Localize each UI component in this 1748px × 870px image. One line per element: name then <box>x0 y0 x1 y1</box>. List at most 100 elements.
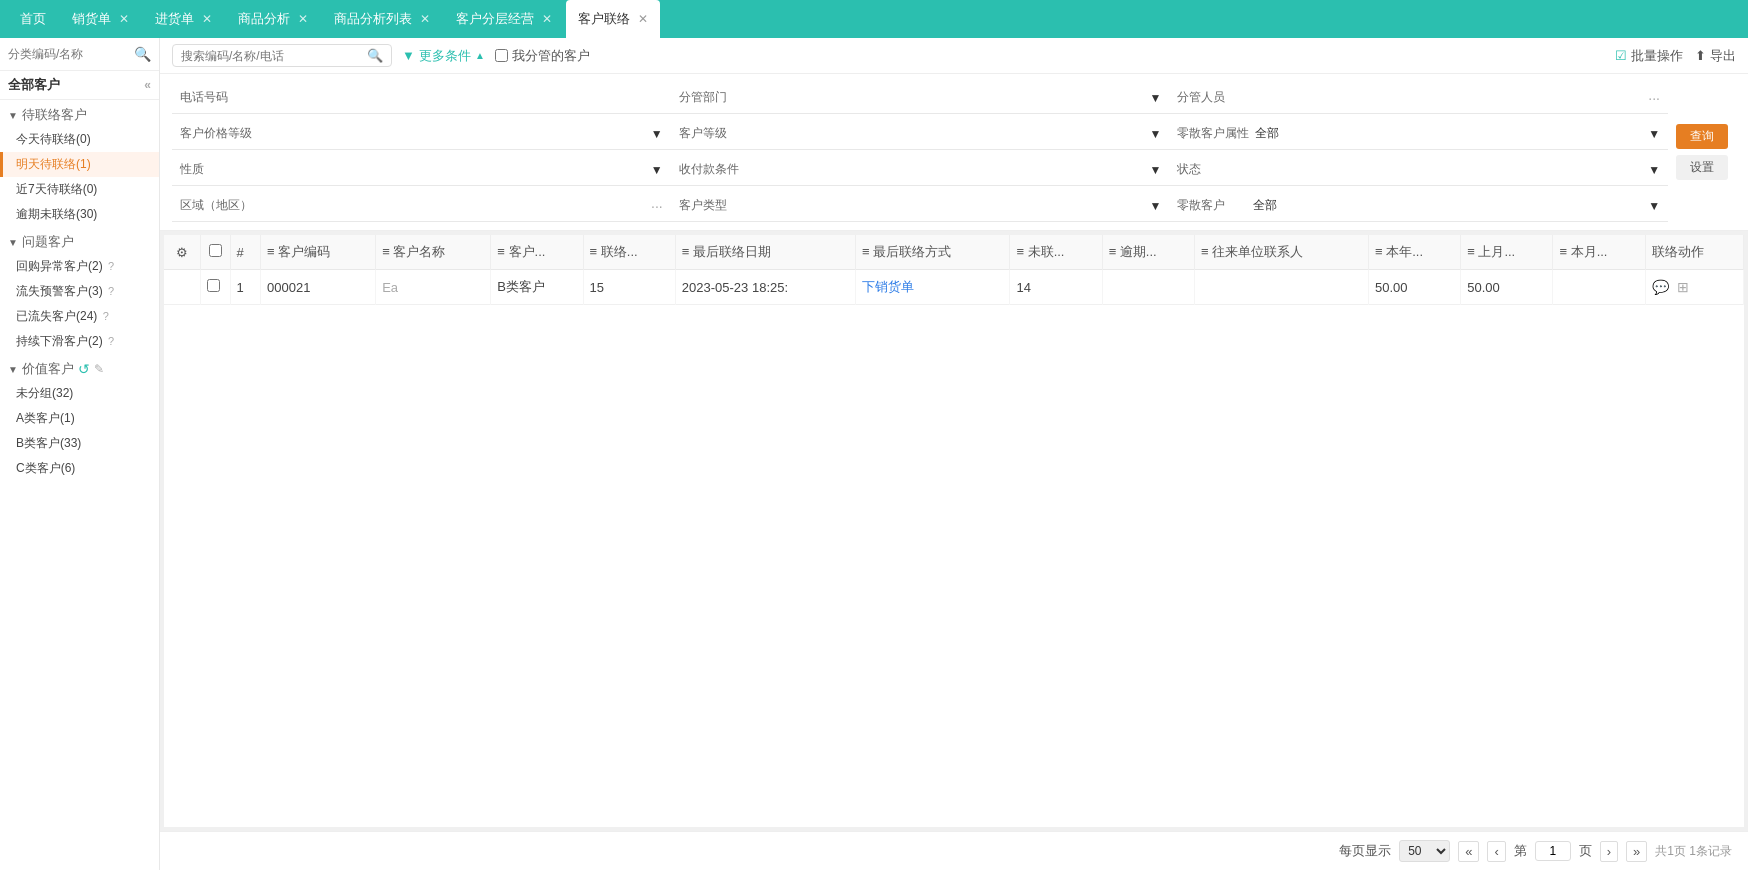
sidebar-item-lost[interactable]: 已流失客户(24) ? <box>0 304 159 329</box>
settings-btn[interactable]: 设置 <box>1676 155 1728 180</box>
nav-close-sales[interactable]: ✕ <box>119 12 129 26</box>
sidebar-item-ungrouped[interactable]: 未分组(32) <box>0 381 159 406</box>
action-icons: 💬 ⊞ <box>1652 279 1737 295</box>
sidebar-item-today[interactable]: 今天待联络(0) <box>0 127 159 152</box>
sidebar-item-classC[interactable]: C类客户(6) <box>0 456 159 481</box>
col-uncontacted[interactable]: ≡ 未联... <box>1010 235 1102 270</box>
nav-close-customer-tier[interactable]: ✕ <box>542 12 552 26</box>
top-nav: 首页 销货单 ✕ 进货单 ✕ 商品分析 ✕ 商品分析列表 ✕ 客户分层经营 ✕ … <box>0 0 1748 38</box>
nav-close-product-analysis[interactable]: ✕ <box>298 12 308 26</box>
col-gear[interactable]: ⚙ <box>164 235 200 270</box>
triangle-problem: ▼ <box>8 237 18 248</box>
sidebar-item-overdue[interactable]: 逾期未联络(30) <box>0 202 159 227</box>
my-customers-checkbox-label[interactable]: 我分管的客户 <box>495 47 590 65</box>
filter-select-customer-level[interactable]: ▼ <box>755 127 1162 141</box>
caret-customer-type: ▼ <box>1149 199 1161 213</box>
chevron-up-icon: ▲ <box>475 50 485 61</box>
last-method-link[interactable]: 下销货单 <box>862 279 914 294</box>
filter-select-nature[interactable]: ▼ <box>256 163 663 177</box>
sidebar-item-churn[interactable]: 流失预警客户(3) ? <box>0 279 159 304</box>
my-customers-checkbox[interactable] <box>495 49 508 62</box>
select-all-checkbox[interactable] <box>209 244 222 257</box>
caret-status: ▼ <box>1648 163 1660 177</box>
search-icon[interactable]: 🔍 <box>367 48 383 63</box>
batch-op-btn[interactable]: ☑ 批量操作 <box>1615 47 1683 65</box>
nav-home[interactable]: 首页 <box>8 0 58 38</box>
prev-page-btn[interactable]: ‹ <box>1487 841 1505 862</box>
action-comment-icon[interactable]: 💬 <box>1652 279 1669 295</box>
nav-product-analysis[interactable]: 商品分析 ✕ <box>226 0 320 38</box>
export-btn[interactable]: ⬆ 导出 <box>1695 47 1736 65</box>
row-last-method[interactable]: 下销货单 <box>856 270 1010 305</box>
filter-label-status: 状态 <box>1177 161 1247 178</box>
page-input[interactable] <box>1535 841 1571 861</box>
row-index: 1 <box>230 270 261 305</box>
search-box: 🔍 <box>172 44 392 67</box>
nav-close-product-analysis-list[interactable]: ✕ <box>420 12 430 26</box>
sidebar-item-week[interactable]: 近7天待联络(0) <box>0 177 159 202</box>
col-last-method[interactable]: ≡ 最后联络方式 <box>856 235 1010 270</box>
sidebar-item-classB[interactable]: B类客户(33) <box>0 431 159 456</box>
filter-label-person: 分管人员 <box>1177 89 1247 106</box>
first-page-btn[interactable]: « <box>1458 841 1479 862</box>
dots-person[interactable]: ··· <box>1648 90 1660 106</box>
nav-sales[interactable]: 销货单 ✕ <box>60 0 141 38</box>
filter-label-customer-level: 客户等级 <box>679 125 749 142</box>
caret-payment: ▼ <box>1149 163 1161 177</box>
sidebar-item-tomorrow[interactable]: 明天待联络(1) <box>0 152 159 177</box>
caret-retail: ▼ <box>1648 199 1660 213</box>
filter-input-phone[interactable] <box>256 91 663 105</box>
refresh-value-icon[interactable]: ↺ <box>78 361 90 377</box>
filter-select-payment[interactable]: ▼ <box>755 163 1162 177</box>
nav-purchase[interactable]: 进货单 ✕ <box>143 0 224 38</box>
sidebar-search-area: 🔍 <box>0 38 159 71</box>
next-page-btn[interactable]: › <box>1600 841 1618 862</box>
filter-select-dept[interactable]: ▼ <box>755 91 1162 105</box>
action-more-icon[interactable]: ⊞ <box>1677 279 1689 295</box>
sidebar-item-classA[interactable]: A类客户(1) <box>0 406 159 431</box>
col-this-month[interactable]: ≡ 本月... <box>1553 235 1645 270</box>
col-type[interactable]: ≡ 客户... <box>491 235 583 270</box>
filter-select-retail-attr[interactable]: 全部 ▼ <box>1255 125 1660 142</box>
col-code[interactable]: ≡ 客户编码 <box>261 235 376 270</box>
filter-select-customer-type[interactable]: ▼ <box>755 199 1162 213</box>
col-contact[interactable]: ≡ 联络... <box>583 235 675 270</box>
col-overdue[interactable]: ≡ 逾期... <box>1102 235 1194 270</box>
filter-select-status[interactable]: ▼ <box>1253 163 1660 177</box>
col-index: # <box>230 235 261 270</box>
nav-close-purchase[interactable]: ✕ <box>202 12 212 26</box>
col-this-year[interactable]: ≡ 本年... <box>1368 235 1460 270</box>
page-label: 第 <box>1514 842 1527 860</box>
edit-value-icon[interactable]: ✎ <box>94 362 104 376</box>
customer-table: ⚙ # ≡ 客户编码 ≡ 客户名称 ≡ 客户... ≡ 联络... ≡ 最后联络… <box>164 235 1744 305</box>
filter-cell-status: 状态 ▼ <box>1169 154 1668 186</box>
nav-product-analysis-list[interactable]: 商品分析列表 ✕ <box>322 0 442 38</box>
sidebar-search-input[interactable] <box>8 47 130 61</box>
query-btn[interactable]: 查询 <box>1676 124 1728 149</box>
filter-select-price-level[interactable]: ▼ <box>258 127 663 141</box>
filter-cell-price-level: 客户价格等级 ▼ <box>172 118 671 150</box>
nav-customer-tier[interactable]: 客户分层经营 ✕ <box>444 0 564 38</box>
pagination: 每页显示 50 100 200 « ‹ 第 页 › » 共1页 1条记录 <box>160 831 1748 870</box>
col-name[interactable]: ≡ 客户名称 <box>376 235 491 270</box>
nav-customer-contact[interactable]: 客户联络 ✕ <box>566 0 660 38</box>
filter-select-retail[interactable]: 全部 ▼ <box>1253 197 1660 214</box>
sidebar-search-icon[interactable]: 🔍 <box>134 46 151 62</box>
col-unit-contact[interactable]: ≡ 往来单位联系人 <box>1194 235 1368 270</box>
row-select-checkbox[interactable] <box>207 279 220 292</box>
page-size-select[interactable]: 50 100 200 <box>1399 840 1450 862</box>
sidebar-item-rebuy[interactable]: 回购异常客户(2) ? <box>0 254 159 279</box>
search-input[interactable] <box>181 49 361 63</box>
nav-close-customer-contact[interactable]: ✕ <box>638 12 648 26</box>
last-page-btn[interactable]: » <box>1626 841 1647 862</box>
sidebar-item-declining[interactable]: 持续下滑客户(2) ? <box>0 329 159 354</box>
col-last-month[interactable]: ≡ 上月... <box>1461 235 1553 270</box>
sidebar-all-customers[interactable]: 全部客户 « <box>0 71 159 100</box>
more-filter-btn[interactable]: ▼ 更多条件 ▲ <box>402 47 485 65</box>
filter-label-dept: 分管部门 <box>679 89 749 106</box>
col-last-date[interactable]: ≡ 最后联络日期 <box>675 235 855 270</box>
table-area: ⚙ # ≡ 客户编码 ≡ 客户名称 ≡ 客户... ≡ 联络... ≡ 最后联络… <box>164 235 1744 827</box>
question-icon-declining: ? <box>108 335 114 347</box>
row-checkbox[interactable] <box>200 270 230 305</box>
dots-region[interactable]: ··· <box>651 198 663 214</box>
